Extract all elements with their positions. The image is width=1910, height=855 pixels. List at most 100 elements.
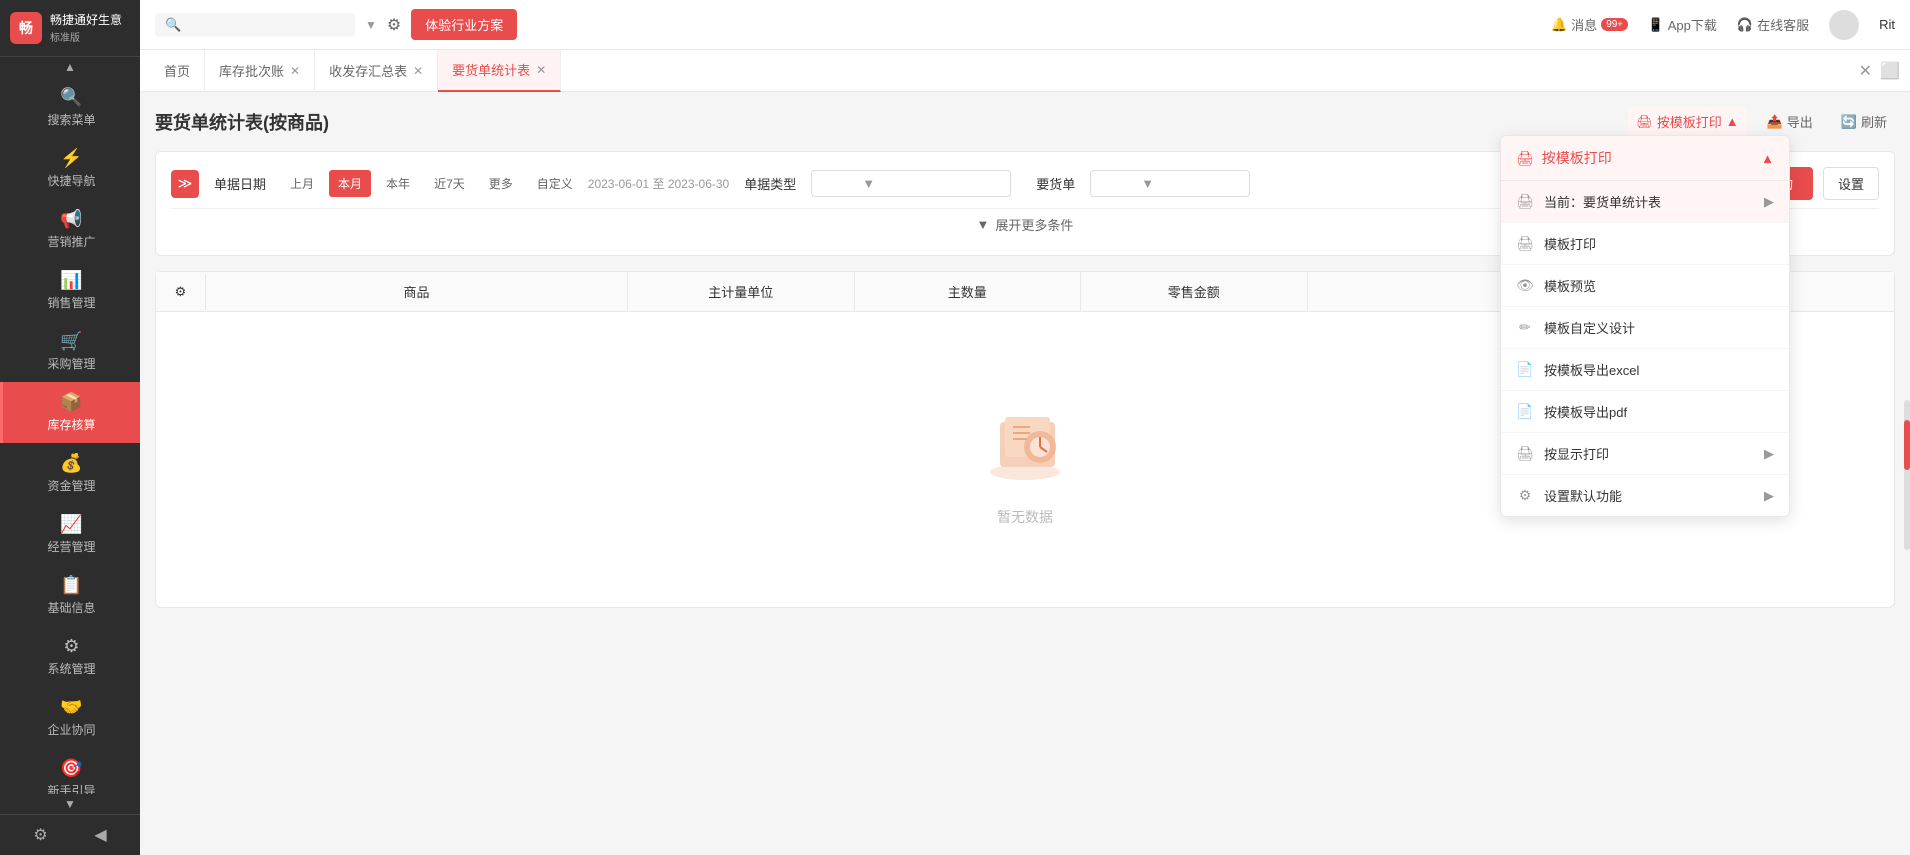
goods-filter-label: 要货单 bbox=[1036, 174, 1075, 193]
goods-filter-select[interactable]: ▼ bbox=[1090, 170, 1250, 197]
sidebar-settings-btn[interactable]: ⚙ bbox=[33, 825, 47, 845]
refresh-btn[interactable]: 🔄 刷新 bbox=[1833, 107, 1895, 136]
print-arrow-up: ▲ bbox=[1726, 114, 1739, 129]
current-template-item[interactable]: 🖨 当前：要货单统计表 ▶ bbox=[1501, 181, 1789, 223]
avatar[interactable] bbox=[1829, 10, 1859, 40]
date-btn-more[interactable]: 更多 bbox=[480, 170, 522, 197]
sidebar-item-label: 经营管理 bbox=[47, 538, 95, 555]
sidebar-item-purchase[interactable]: 🛒 采购管理 bbox=[0, 321, 140, 382]
print-dropdown-title: 🖨 按模板打印 bbox=[1516, 148, 1612, 168]
print-dropdown-close-arrow[interactable]: ▲ bbox=[1761, 151, 1774, 166]
print-template-btn[interactable]: 🖨 按模板打印 ▲ bbox=[1628, 107, 1746, 136]
notification-badge: 99+ bbox=[1601, 18, 1627, 31]
export-pdf-label: 按模板导出pdf bbox=[1544, 402, 1627, 421]
enterprise-icon: 🤝 bbox=[60, 697, 82, 718]
design-template-item[interactable]: ✏ 模板自定义设计 bbox=[1501, 307, 1789, 349]
type-filter-select[interactable]: ▼ bbox=[811, 170, 1011, 197]
sidebar-item-sales[interactable]: 📊 销售管理 bbox=[0, 260, 140, 321]
scrollbar-thumb bbox=[1904, 420, 1910, 470]
export-excel-item[interactable]: 📄 按模板导出excel bbox=[1501, 349, 1789, 391]
sidebar-item-label: 基础信息 bbox=[47, 599, 95, 616]
current-template-icon: 🖨 bbox=[1516, 193, 1534, 210]
tab-window-buttons: ✕ ⬜ bbox=[1859, 61, 1900, 81]
tab-inventory-batch[interactable]: 库存批次账 ✕ bbox=[205, 50, 315, 92]
sidebar-item-inventory[interactable]: 📦 库存核算 bbox=[0, 382, 140, 443]
topbar-settings-btn[interactable]: ⚙ bbox=[387, 15, 401, 35]
search-input[interactable] bbox=[187, 17, 317, 32]
operation-icon: 📈 bbox=[60, 514, 82, 535]
print-icon: 🖨 bbox=[1636, 114, 1653, 130]
type-filter-label: 单据类型 bbox=[744, 174, 796, 193]
topbar: 🔍 ▼ ⚙ 体验行业方案 🔔 消息 99+ 📱 App下载 🎧 在线客服 Rit bbox=[140, 0, 1910, 50]
sidebar-item-enterprise[interactable]: 🤝 企业协同 bbox=[0, 687, 140, 748]
default-function-arrow: ▶ bbox=[1764, 488, 1774, 504]
topbar-search-box[interactable]: 🔍 bbox=[155, 13, 355, 37]
export-btn[interactable]: 📤 导出 bbox=[1759, 107, 1821, 136]
expand-more-label: 展开更多条件 bbox=[995, 215, 1073, 234]
online-service-btn[interactable]: 🎧 在线客服 bbox=[1737, 15, 1809, 34]
preview-template-item[interactable]: 👁 模板预览 bbox=[1501, 265, 1789, 307]
print-template-item[interactable]: 🖨 模板打印 bbox=[1501, 223, 1789, 265]
default-function-item[interactable]: ⚙ 设置默认功能 ▶ bbox=[1501, 475, 1789, 516]
table-col-amount: 零售金额 bbox=[1081, 272, 1308, 311]
date-btn-last-7[interactable]: 近7天 bbox=[425, 170, 474, 197]
sidebar-item-label: 资金管理 bbox=[47, 477, 95, 494]
date-btn-last-month[interactable]: 上月 bbox=[281, 170, 323, 197]
search-icon: 🔍 bbox=[60, 87, 82, 108]
date-btn-custom[interactable]: 自定义 bbox=[528, 170, 582, 197]
tab-stock-summary-close[interactable]: ✕ bbox=[413, 64, 423, 78]
sidebar-item-label: 快捷导航 bbox=[47, 172, 95, 189]
purchase-icon: 🛒 bbox=[60, 331, 82, 352]
topbar-dropdown-btn[interactable]: ▼ bbox=[365, 18, 377, 32]
sidebar-item-newbie[interactable]: 🎯 新手引导 bbox=[0, 748, 140, 794]
export-icon: 📤 bbox=[1767, 114, 1783, 130]
filter-expand-btn[interactable]: ≫ bbox=[171, 170, 199, 198]
display-print-item[interactable]: 🖨 按显示打印 ▶ bbox=[1501, 433, 1789, 475]
notification-label: 消息 bbox=[1571, 15, 1597, 34]
app-download-btn[interactable]: 📱 App下载 bbox=[1648, 15, 1717, 34]
tabbar: 首页 库存批次账 ✕ 收发存汇总表 ✕ 要货单统计表 ✕ ✕ ⬜ bbox=[140, 50, 1910, 92]
app-version: 标准版 bbox=[50, 29, 122, 44]
filter-settings-btn[interactable]: 设置 bbox=[1823, 167, 1879, 200]
newbie-icon: 🎯 bbox=[60, 758, 82, 779]
expand-more-icon: ▼ bbox=[977, 217, 990, 232]
sidebar-item-operation[interactable]: 📈 经营管理 bbox=[0, 504, 140, 565]
inventory-icon: 📦 bbox=[60, 392, 82, 413]
goods-select-arrow: ▼ bbox=[1141, 176, 1154, 191]
sidebar-item-finance[interactable]: 💰 资金管理 bbox=[0, 443, 140, 504]
tab-stock-summary[interactable]: 收发存汇总表 ✕ bbox=[315, 50, 438, 92]
preview-template-label: 模板预览 bbox=[1544, 276, 1596, 295]
sidebar-item-system[interactable]: ⚙ 系统管理 bbox=[0, 626, 140, 687]
finance-icon: 💰 bbox=[60, 453, 82, 474]
design-template-label: 模板自定义设计 bbox=[1544, 318, 1635, 337]
refresh-label: 刷新 bbox=[1861, 112, 1887, 131]
sidebar-item-basic[interactable]: 📋 基础信息 bbox=[0, 565, 140, 626]
sidebar-scroll-down[interactable]: ▼ bbox=[0, 794, 140, 814]
sidebar-item-quick[interactable]: ⚡ 快捷导航 bbox=[0, 138, 140, 199]
tab-order-stats-close[interactable]: ✕ bbox=[536, 63, 546, 77]
tab-window-maximize-btn[interactable]: ⬜ bbox=[1880, 61, 1900, 81]
sidebar-item-search[interactable]: 🔍 搜索菜单 bbox=[0, 77, 140, 138]
expand-icon-symbol: ≫ bbox=[178, 175, 193, 192]
current-template-left: 🖨 当前：要货单统计表 bbox=[1516, 192, 1661, 211]
marketing-icon: 📢 bbox=[60, 209, 82, 230]
sidebar-nav: 🔍 搜索菜单 ⚡ 快捷导航 📢 营销推广 📊 销售管理 🛒 采购管理 📦 库存核… bbox=[0, 77, 140, 794]
print-dropdown-icon: 🖨 bbox=[1516, 150, 1534, 167]
sidebar-item-marketing[interactable]: 📢 营销推广 bbox=[0, 199, 140, 260]
sidebar-scroll-up[interactable]: ▲ bbox=[0, 57, 140, 77]
table-col-settings[interactable]: ⚙ bbox=[156, 274, 206, 310]
print-dropdown-header[interactable]: 🖨 按模板打印 ▲ bbox=[1501, 136, 1789, 181]
export-pdf-item[interactable]: 📄 按模板导出pdf bbox=[1501, 391, 1789, 433]
notification-btn[interactable]: 🔔 消息 99+ bbox=[1551, 15, 1628, 34]
trial-button[interactable]: 体验行业方案 bbox=[411, 9, 517, 40]
print-template-icon: 🖨 bbox=[1516, 235, 1534, 252]
tab-order-stats[interactable]: 要货单统计表 ✕ bbox=[438, 50, 561, 92]
date-btn-this-month[interactable]: 本月 bbox=[329, 170, 371, 197]
date-btn-this-year[interactable]: 本年 bbox=[377, 170, 419, 197]
online-service-label: 在线客服 bbox=[1757, 15, 1809, 34]
tab-inventory-batch-close[interactable]: ✕ bbox=[290, 64, 300, 78]
sidebar-collapse-btn[interactable]: ◀ bbox=[94, 825, 106, 845]
right-scrollbar[interactable] bbox=[1904, 400, 1910, 550]
tab-home[interactable]: 首页 bbox=[150, 50, 205, 92]
tab-window-close-btn[interactable]: ✕ bbox=[1859, 61, 1872, 81]
